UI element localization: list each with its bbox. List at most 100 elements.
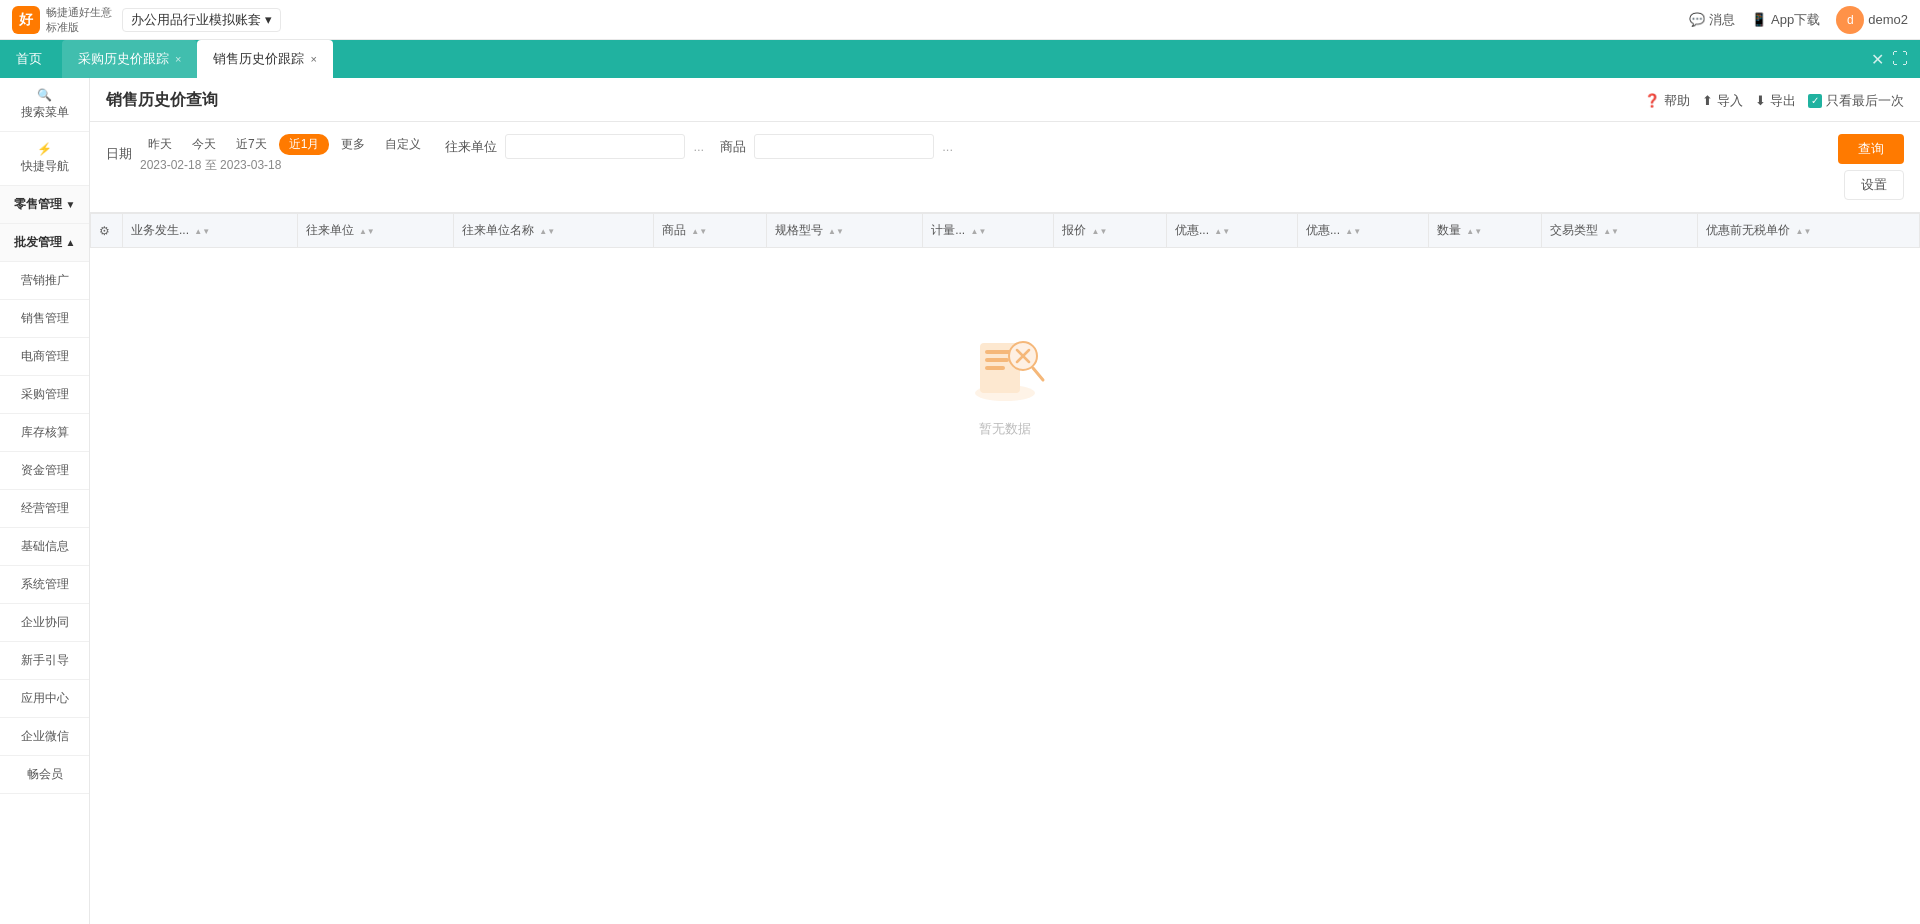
tab-sales[interactable]: 销售历史价跟踪 × <box>197 40 332 78</box>
sidebar-item-marketing[interactable]: 营销推广 <box>0 262 89 300</box>
action-btns: 查询 设置 <box>1838 134 1904 200</box>
date-btn-today[interactable]: 今天 <box>184 134 224 155</box>
user-menu[interactable]: d demo2 <box>1836 6 1908 34</box>
sidebar-item-purchase[interactable]: 采购管理 <box>0 376 89 414</box>
help-btn[interactable]: ❓ 帮助 <box>1644 92 1690 110</box>
export-btn[interactable]: ⬇ 导出 <box>1755 92 1796 110</box>
date-btn-more[interactable]: 更多 <box>333 134 373 155</box>
sidebar-item-finance[interactable]: 资金管理 <box>0 452 89 490</box>
sidebar-item-operations[interactable]: 经营管理 <box>0 490 89 528</box>
sort-price-icon: ▲▼ <box>1091 227 1107 236</box>
svg-rect-4 <box>985 366 1005 370</box>
sidebar-item-ecommerce[interactable]: 电商管理 <box>0 338 89 376</box>
tab-bar: 首页 采购历史价跟踪 × 销售历史价跟踪 × ✕ ⛶ <box>0 40 1920 78</box>
th-quantity[interactable]: 数量 ▲▼ <box>1429 214 1542 248</box>
close-window-btn[interactable]: ✕ <box>1871 50 1884 69</box>
date-label: 日期 <box>106 145 132 163</box>
th-unit[interactable]: 计量... ▲▼ <box>923 214 1054 248</box>
tab-home[interactable]: 首页 <box>0 40 58 78</box>
date-btn-custom[interactable]: 自定义 <box>377 134 429 155</box>
message-icon: 💬 <box>1689 12 1705 27</box>
sidebar-item-newbie[interactable]: 新手引导 <box>0 642 89 680</box>
date-btn-7days[interactable]: 近7天 <box>228 134 275 155</box>
retail-arrow-icon: ▼ <box>66 199 76 210</box>
logo-icon: 好 <box>12 6 40 34</box>
th-price[interactable]: 报价 ▲▼ <box>1054 214 1167 248</box>
download-btn[interactable]: 📱 App下载 <box>1751 11 1820 29</box>
table-settings-icon[interactable]: ⚙ <box>99 224 110 238</box>
purchase-tab-label: 采购历史价跟踪 <box>78 50 169 68</box>
wholesale-arrow-icon: ▲ <box>66 237 76 248</box>
sidebar-item-member[interactable]: 畅会员 <box>0 756 89 794</box>
sidebar-item-apps[interactable]: 应用中心 <box>0 680 89 718</box>
th-product[interactable]: 商品 ▲▼ <box>653 214 766 248</box>
empty-text: 暂无数据 <box>979 420 1031 438</box>
sort-product-icon: ▲▼ <box>691 227 707 236</box>
page-header: 销售历史价查询 ❓ 帮助 ⬆ 导入 ⬇ 导出 ✓ <box>90 78 1920 122</box>
table-container: ⚙ 业务发生... ▲▼ 往来单位 ▲▼ 往来单位名称 ▲▼ <box>90 213 1920 924</box>
sidebar-item-wholesale[interactable]: 批发管理 ▲ <box>0 224 89 262</box>
th-biz-date[interactable]: 业务发生... ▲▼ <box>123 214 298 248</box>
page-title-row: 销售历史价查询 ❓ 帮助 ⬆ 导入 ⬇ 导出 ✓ <box>106 90 1904 111</box>
logo-text: 畅捷通好生意 标准版 <box>46 5 112 34</box>
partner-filter-group: 往来单位 ... <box>445 134 704 159</box>
avatar: d <box>1836 6 1864 34</box>
sidebar-item-system[interactable]: 系统管理 <box>0 566 89 604</box>
top-bar: 好 畅捷通好生意 标准版 办公用品行业模拟账套 ▾ 💬 消息 📱 App下载 d… <box>0 0 1920 40</box>
app-selector[interactable]: 办公用品行业模拟账套 ▾ <box>122 8 281 32</box>
date-btn-1month[interactable]: 近1月 <box>279 134 330 155</box>
date-filter-wrap: 昨天 今天 近7天 近1月 更多 自定义 2023-02-18 至 2023-0… <box>140 134 429 174</box>
sidebar-item-search[interactable]: 🔍 搜索菜单 <box>0 78 89 132</box>
import-icon: ⬆ <box>1702 93 1713 108</box>
data-table: ⚙ 业务发生... ▲▼ 往来单位 ▲▼ 往来单位名称 ▲▼ <box>90 213 1920 248</box>
home-tab-label: 首页 <box>16 50 42 68</box>
svg-line-8 <box>1033 368 1043 380</box>
date-filter-group: 日期 昨天 今天 近7天 近1月 更多 自定义 2023-02-18 至 202… <box>106 134 429 174</box>
page-actions: ❓ 帮助 ⬆ 导入 ⬇ 导出 ✓ 只看最后一次 <box>1644 92 1904 110</box>
shortcut-icon: ⚡ <box>37 142 52 156</box>
sort-trade-type-icon: ▲▼ <box>1603 227 1619 236</box>
message-btn[interactable]: 💬 消息 <box>1689 11 1735 29</box>
th-discount1[interactable]: 优惠... ▲▼ <box>1166 214 1297 248</box>
date-btns: 昨天 今天 近7天 近1月 更多 自定义 <box>140 134 429 155</box>
sidebar-item-inventory[interactable]: 库存核算 <box>0 414 89 452</box>
sort-discount1-icon: ▲▼ <box>1214 227 1230 236</box>
sidebar-item-wechat[interactable]: 企业微信 <box>0 718 89 756</box>
sidebar-item-enterprise[interactable]: 企业协同 <box>0 604 89 642</box>
date-range: 2023-02-18 至 2023-03-18 <box>140 157 429 174</box>
sidebar-item-sales-mgmt[interactable]: 销售管理 <box>0 300 89 338</box>
only-last-checkbox[interactable]: ✓ 只看最后一次 <box>1808 92 1904 110</box>
th-partner[interactable]: 往来单位 ▲▼ <box>297 214 453 248</box>
sidebar-item-retail[interactable]: 零售管理 ▼ <box>0 186 89 224</box>
th-partner-name[interactable]: 往来单位名称 ▲▼ <box>453 214 653 248</box>
sidebar-item-basicinfo[interactable]: 基础信息 <box>0 528 89 566</box>
export-icon: ⬇ <box>1755 93 1766 108</box>
sort-discount2-icon: ▲▼ <box>1345 227 1361 236</box>
sort-quantity-icon: ▲▼ <box>1466 227 1482 236</box>
search-icon: 🔍 <box>37 88 52 102</box>
tab-purchase[interactable]: 采购历史价跟踪 × <box>62 40 197 78</box>
partner-dots-btn[interactable]: ... <box>693 139 704 154</box>
th-discount2[interactable]: 优惠... ▲▼ <box>1298 214 1429 248</box>
product-filter-group: 商品 ... <box>720 134 953 159</box>
maximize-btn[interactable]: ⛶ <box>1892 50 1908 68</box>
sales-tab-label: 销售历史价跟踪 <box>213 50 304 68</box>
settings-button[interactable]: 设置 <box>1844 170 1904 200</box>
product-dots-btn[interactable]: ... <box>942 139 953 154</box>
query-button[interactable]: 查询 <box>1838 134 1904 164</box>
partner-input[interactable] <box>505 134 685 159</box>
product-input[interactable] <box>754 134 934 159</box>
th-trade-type[interactable]: 交易类型 ▲▼ <box>1541 214 1697 248</box>
empty-state: 暂无数据 <box>90 248 1920 518</box>
sidebar-item-shortcut[interactable]: ⚡ 快捷导航 <box>0 132 89 186</box>
purchase-tab-close[interactable]: × <box>175 53 181 65</box>
sales-tab-close[interactable]: × <box>310 53 316 65</box>
top-bar-right: 💬 消息 📱 App下载 d demo2 <box>1689 6 1908 34</box>
date-btn-yesterday[interactable]: 昨天 <box>140 134 180 155</box>
th-spec[interactable]: 规格型号 ▲▼ <box>766 214 922 248</box>
sort-biz-date-icon: ▲▼ <box>194 227 210 236</box>
import-btn[interactable]: ⬆ 导入 <box>1702 92 1743 110</box>
table-header: ⚙ 业务发生... ▲▼ 往来单位 ▲▼ 往来单位名称 ▲▼ <box>91 214 1920 248</box>
th-no-tax-price[interactable]: 优惠前无税单价 ▲▼ <box>1698 214 1920 248</box>
sort-spec-icon: ▲▼ <box>828 227 844 236</box>
